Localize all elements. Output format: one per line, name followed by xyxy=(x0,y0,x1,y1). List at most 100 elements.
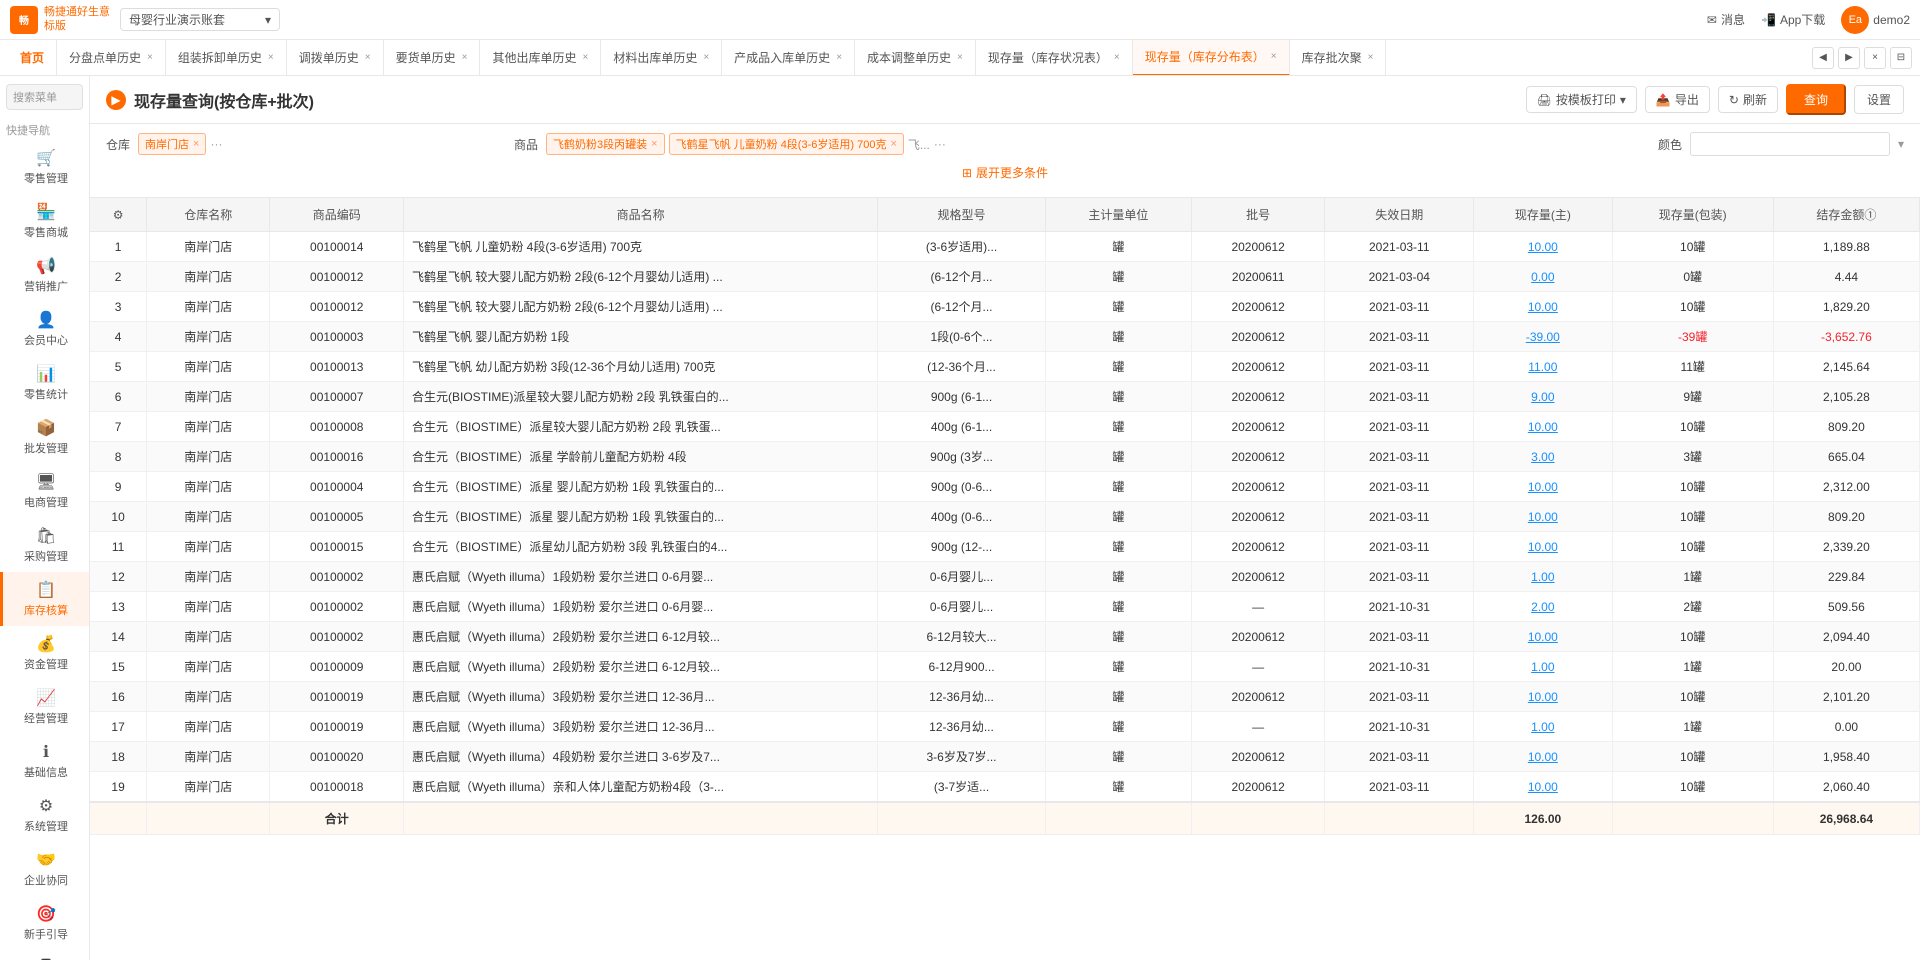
app-download-btn[interactable]: 📲 App下载 xyxy=(1761,11,1825,28)
cell-unit: 罐 xyxy=(1045,622,1191,652)
tab-yao-huo[interactable]: 要货单历史 × xyxy=(384,40,481,76)
sidebar-item-retail-stats[interactable]: 📊 零售统计 xyxy=(0,356,89,410)
tab-close-diao-bo[interactable]: × xyxy=(365,52,371,63)
message-btn[interactable]: ✉ 消息 xyxy=(1707,11,1745,28)
tab-scroll-right[interactable]: ▶ xyxy=(1838,47,1860,69)
cell-qty-main[interactable]: 10.00 xyxy=(1474,532,1612,562)
sidebar-item-app-center[interactable]: 📱 应用中心 xyxy=(0,950,89,960)
cell-qty-main[interactable]: 10.00 xyxy=(1474,772,1612,803)
cell-name: 飞鹤星飞帆 婴儿配方奶粉 1段 xyxy=(403,322,877,352)
product-tag-1[interactable]: 飞鹤奶粉3段丙罐装 × xyxy=(546,133,665,155)
tab-fen-pan[interactable]: 分盘点单历史 × xyxy=(57,40,166,76)
tab-batch[interactable]: 库存批次聚 × xyxy=(1290,40,1387,76)
tab-zu-cai[interactable]: 组装拆卸单历史 × xyxy=(166,40,287,76)
cell-expire: 2021-10-31 xyxy=(1325,652,1474,682)
refresh-btn[interactable]: ↻ 刷新 xyxy=(1718,86,1778,113)
sidebar-item-basic-info[interactable]: ℹ 基础信息 xyxy=(0,734,89,788)
product-tag-2-close[interactable]: × xyxy=(890,138,896,150)
user-area[interactable]: Ea demo2 xyxy=(1841,6,1910,34)
cell-batch: 20200612 xyxy=(1191,772,1325,803)
sidebar-item-retail-shop[interactable]: 🏪 零售商城 xyxy=(0,194,89,248)
cell-qty-main[interactable]: 3.00 xyxy=(1474,442,1612,472)
color-dropdown-icon[interactable]: ▾ xyxy=(1898,137,1904,151)
cell-batch: 20200612 xyxy=(1191,472,1325,502)
cell-name: 合生元（BIOSTIME）派星 婴儿配方奶粉 1段 乳铁蛋白的... xyxy=(403,472,877,502)
tab-close-prod-in[interactable]: × xyxy=(836,52,842,63)
tab-close-yao-huo[interactable]: × xyxy=(462,52,468,63)
export-btn[interactable]: 📤 导出 xyxy=(1645,86,1710,113)
sidebar-item-sys-mgmt[interactable]: ⚙ 系统管理 xyxy=(0,788,89,842)
cell-qty-main[interactable]: 10.00 xyxy=(1474,502,1612,532)
tab-scroll-left[interactable]: ◀ xyxy=(1812,47,1834,69)
cell-qty-main[interactable]: 10.00 xyxy=(1474,412,1612,442)
warehouse-more[interactable]: ··· xyxy=(210,137,222,151)
cell-qty-main[interactable]: 1.00 xyxy=(1474,712,1612,742)
sidebar-item-marketing[interactable]: 📢 营销推广 xyxy=(0,248,89,302)
product-more-dots[interactable]: ··· xyxy=(934,137,946,151)
tab-close-mat-out[interactable]: × xyxy=(703,52,709,63)
tab-home[interactable]: 首页 xyxy=(8,40,57,76)
cell-qty-main[interactable]: 10.00 xyxy=(1474,742,1612,772)
cell-qty-main[interactable]: 0.00 xyxy=(1474,262,1612,292)
download-icon: 📲 xyxy=(1761,13,1776,27)
sidebar-item-member[interactable]: 👤 会员中心 xyxy=(0,302,89,356)
cell-qty-main[interactable]: 10.00 xyxy=(1474,472,1612,502)
sidebar-item-finance[interactable]: 💰 资金管理 xyxy=(0,626,89,680)
cell-qty-main[interactable]: 11.00 xyxy=(1474,352,1612,382)
cell-qty-main[interactable]: 10.00 xyxy=(1474,232,1612,262)
cell-qty-main[interactable]: 2.00 xyxy=(1474,592,1612,622)
sidebar-item-inventory[interactable]: 📋 库存核算 xyxy=(0,572,89,626)
tab-mat-out[interactable]: 材料出库单历史 × xyxy=(601,40,722,76)
tab-diao-bo[interactable]: 调拨单历史 × xyxy=(287,40,384,76)
tab-close-cost-adj[interactable]: × xyxy=(957,52,963,63)
color-filter-input[interactable] xyxy=(1690,132,1890,156)
tab-close-stock-status[interactable]: × xyxy=(1114,52,1120,63)
expand-filter-arrow[interactable]: ▶ xyxy=(106,90,126,110)
tab-close-other-out[interactable]: × xyxy=(582,52,588,63)
product-tag-2[interactable]: 飞鹤星飞帆 儿童奶粉 4段(3-6岁适用) 700克 × xyxy=(669,133,904,155)
tab-close-all[interactable]: × xyxy=(1864,47,1886,69)
sidebar-item-operations[interactable]: 📈 经营管理 xyxy=(0,680,89,734)
cell-qty-main[interactable]: 10.00 xyxy=(1474,622,1612,652)
tab-close-batch[interactable]: × xyxy=(1368,52,1374,63)
tab-close-fen-pan[interactable]: × xyxy=(147,52,153,63)
print-btn[interactable]: 🖨 按模板打印 ▾ xyxy=(1526,86,1637,113)
query-btn[interactable]: 查询 xyxy=(1786,84,1846,115)
table-row: 17南岸门店00100019惠氏启赋（Wyeth illuma）3段奶粉 爱尔兰… xyxy=(90,712,1920,742)
sidebar-item-ecommerce[interactable]: 🖥 电商管理 xyxy=(0,464,89,518)
tab-close-zu-cai[interactable]: × xyxy=(268,52,274,63)
cell-qty-main[interactable]: 10.00 xyxy=(1474,682,1612,712)
tab-prod-in[interactable]: 产成品入库单历史 × xyxy=(722,40,855,76)
org-selector[interactable]: 母婴行业演示账套 ▾ xyxy=(120,8,280,31)
product-tag-group: 飞鹤奶粉3段丙罐装 × 飞鹤星飞帆 儿童奶粉 4段(3-6岁适用) 700克 ×… xyxy=(546,133,1650,155)
sidebar-item-retail-mgmt[interactable]: 🛒 零售管理 xyxy=(0,140,89,194)
product-tag-1-close[interactable]: × xyxy=(651,138,657,150)
footer-cell-6 xyxy=(1191,802,1325,835)
tab-close-stock-dist[interactable]: × xyxy=(1271,51,1277,62)
col-settings[interactable]: ⚙ xyxy=(90,198,147,232)
cell-batch: 20200612 xyxy=(1191,412,1325,442)
sidebar-item-corp-collab[interactable]: 🤝 企业协同 xyxy=(0,842,89,896)
tab-cost-adj[interactable]: 成本调整单历史 × xyxy=(855,40,976,76)
expand-more-btn[interactable]: ⊞ 展开更多条件 xyxy=(954,160,1056,185)
tab-more[interactable]: ⊟ xyxy=(1890,47,1912,69)
cell-qty-main[interactable]: -39.00 xyxy=(1474,322,1612,352)
cell-qty-main[interactable]: 1.00 xyxy=(1474,652,1612,682)
settings-btn[interactable]: 设置 xyxy=(1854,85,1904,114)
cell-qty-main[interactable]: 1.00 xyxy=(1474,562,1612,592)
warehouse-tag[interactable]: 南岸门店 × xyxy=(138,133,206,155)
tab-stock-status[interactable]: 现存量（库存状况表） × xyxy=(976,40,1133,76)
warehouse-tag-close[interactable]: × xyxy=(193,138,199,150)
cell-spec: 900g (3岁... xyxy=(878,442,1046,472)
product-more[interactable]: 飞... xyxy=(908,136,930,153)
cell-unit: 罐 xyxy=(1045,262,1191,292)
sidebar-search-btn[interactable]: 搜索菜单 xyxy=(6,84,83,110)
cell-qty-pack: 10罐 xyxy=(1612,772,1773,803)
sidebar-item-wholesale[interactable]: 📦 批发管理 xyxy=(0,410,89,464)
cell-qty-main[interactable]: 10.00 xyxy=(1474,292,1612,322)
sidebar-item-purchase[interactable]: 🛍 采购管理 xyxy=(0,518,89,572)
cell-qty-main[interactable]: 9.00 xyxy=(1474,382,1612,412)
sidebar-item-new-guide[interactable]: 🎯 新手引导 xyxy=(0,896,89,950)
tab-stock-dist[interactable]: 现存量（库存分布表） × xyxy=(1133,40,1290,76)
tab-other-out[interactable]: 其他出库单历史 × xyxy=(480,40,601,76)
